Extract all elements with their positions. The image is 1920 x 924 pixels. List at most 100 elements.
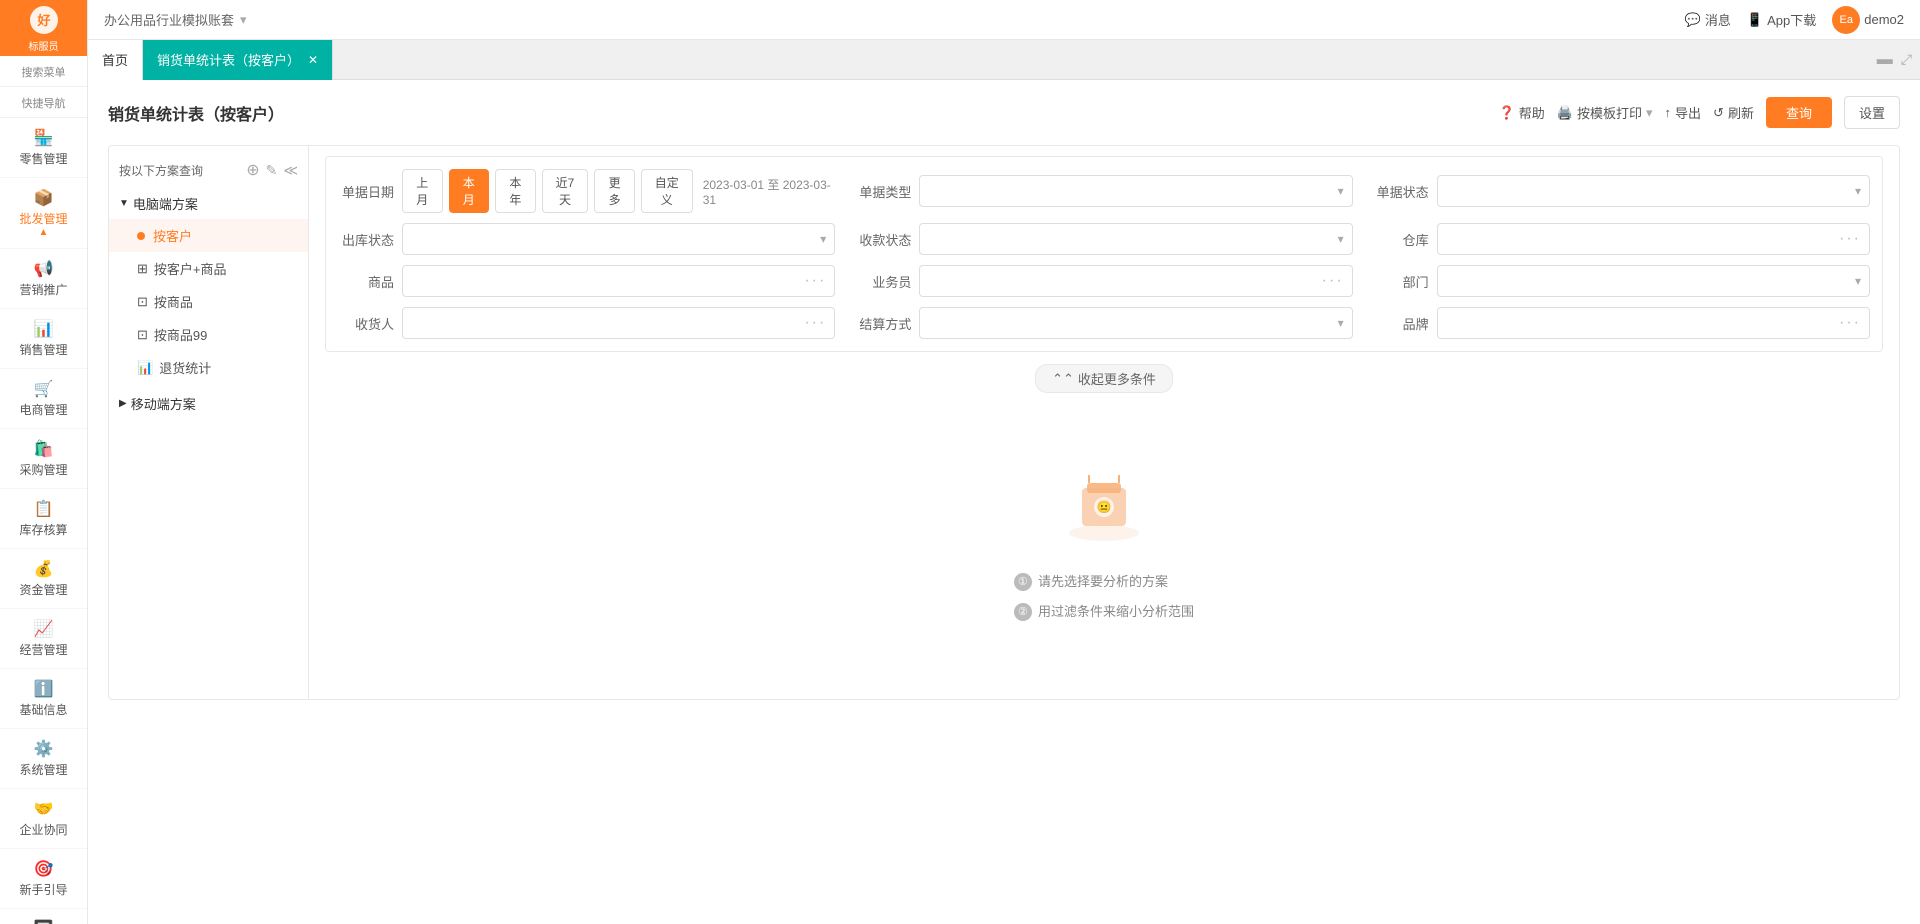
order-status-control[interactable]: ▾: [1437, 175, 1870, 207]
warehouse-control[interactable]: ···: [1437, 223, 1870, 255]
scheme-item-by-customer-goods-label: 按客户+商品: [154, 259, 227, 278]
empty-state: 😐 ① 请先选择要分析的方案 ②: [325, 393, 1883, 689]
sidebar-item-purchase[interactable]: 🛍️ 采购管理: [0, 429, 87, 489]
scheme-item-by-goods-99[interactable]: ⊡ 按商品99: [109, 318, 308, 351]
brand-control[interactable]: ···: [1437, 307, 1870, 339]
out-status-control[interactable]: ▾: [402, 223, 835, 255]
receipt-status-control[interactable]: ▾: [919, 223, 1352, 255]
scheme-item-return-stats[interactable]: 📊 退货统计: [109, 351, 308, 384]
scheme-item-by-goods[interactable]: ⊡ 按商品: [109, 285, 308, 318]
query-button[interactable]: 查询: [1766, 97, 1832, 128]
order-type-label: 单据类型: [855, 182, 911, 201]
finance-icon: 💰: [0, 559, 87, 579]
tip-text-2: 用过滤条件来缩小分析范围: [1038, 599, 1194, 625]
sidebar-item-collab[interactable]: 🤝 企业协同: [0, 789, 87, 849]
sidebar-item-newbie[interactable]: 🎯 新手引导: [0, 849, 87, 909]
order-type-control[interactable]: ▾: [919, 175, 1352, 207]
date-btn-last-month[interactable]: 上月: [402, 169, 443, 213]
minimize-icon[interactable]: ▬: [1877, 51, 1893, 69]
department-control[interactable]: ▾: [1437, 265, 1870, 297]
sidebar-item-app-center[interactable]: 🔲 应用中心: [0, 909, 87, 924]
sidebar-item-operations[interactable]: 📈 经营管理: [0, 609, 87, 669]
help-btn[interactable]: ❓ 帮助: [1499, 103, 1545, 122]
collab-icon: 🤝: [0, 799, 87, 819]
goods-control[interactable]: ···: [402, 265, 835, 297]
app-download-btn[interactable]: 📱 App下载: [1747, 10, 1816, 29]
settlement-control[interactable]: ▾: [919, 307, 1352, 339]
sidebar-item-inventory[interactable]: 📋 库存核算: [0, 489, 87, 549]
sidebar-item-label: 企业协同: [0, 821, 87, 838]
add-scheme-icon[interactable]: ⊕: [246, 160, 259, 180]
quick-nav-item[interactable]: 快捷导航: [0, 87, 87, 118]
wholesale-icon: 📦: [0, 188, 87, 208]
refresh-btn[interactable]: ↺ 刷新: [1713, 103, 1754, 122]
content-inner: 销货单统计表（按客户） ❓ 帮助 🖨️ 按模板打印 ▾ ↑ 导出: [88, 80, 1920, 716]
date-btn-custom[interactable]: 自定义: [641, 169, 693, 213]
maximize-icon[interactable]: ⤢: [1901, 51, 1912, 68]
order-status-label: 单据状态: [1373, 182, 1429, 201]
sidebar-item-retail[interactable]: 🏪 零售管理: [0, 118, 87, 178]
scheme-item-by-goods-99-label: 按商品99: [154, 325, 207, 344]
brand-dots-icon: ···: [1839, 314, 1861, 332]
scheme-item-by-customer-goods[interactable]: ⊞ 按客户+商品: [109, 252, 308, 285]
sidebar-item-system[interactable]: ⚙️ 系统管理: [0, 729, 87, 789]
message-label: 消息: [1705, 10, 1731, 29]
scheme-group-mobile-header[interactable]: ▶ 移动端方案: [109, 388, 308, 419]
export-btn[interactable]: ↑ 导出: [1665, 103, 1702, 122]
tab-close-icon[interactable]: ✕: [308, 53, 318, 67]
collapse-panel-icon[interactable]: ≪: [283, 162, 298, 179]
scheme-group-pc-header[interactable]: ▼ 电脑端方案: [109, 188, 308, 219]
tab-bar: 首页 销货单统计表（按客户） ✕ ▬ ⤢: [88, 40, 1920, 80]
purchase-icon: 🛍️: [0, 439, 87, 459]
receiver-dots-icon: ···: [804, 314, 826, 332]
app-name: 办公用品行业模拟账套: [104, 10, 234, 29]
date-btn-more[interactable]: 更多: [594, 169, 635, 213]
tip-text-1: 请先选择要分析的方案: [1038, 569, 1168, 595]
print-label: 按模板打印: [1577, 103, 1642, 122]
salesperson-dots-icon: ···: [1322, 272, 1344, 290]
sales-icon: 📊: [0, 319, 87, 339]
sidebar-item-sales[interactable]: 📊 销售管理: [0, 309, 87, 369]
left-panel: 按以下方案查询 ⊕ ✎ ≪ ▼ 电脑端方案: [109, 146, 309, 699]
date-btn-7days[interactable]: 近7天: [542, 169, 589, 213]
scheme-item-by-customer[interactable]: 按客户: [109, 219, 308, 252]
collapse-button[interactable]: ⌃⌃ 收起更多条件: [1035, 364, 1173, 393]
date-filter-label: 单据日期: [338, 182, 394, 201]
tab-home[interactable]: 首页: [88, 40, 143, 80]
main-layout: 办公用品行业模拟账套 ▾ 💬 消息 📱 App下载 Ea demo2 首页: [88, 0, 1920, 924]
user-info-btn[interactable]: Ea demo2: [1832, 6, 1904, 34]
order-type-dropdown-icon: ▾: [1338, 184, 1344, 198]
sidebar-item-label: 零售管理: [0, 150, 87, 167]
sidebar-item-basic-info[interactable]: ℹ️ 基础信息: [0, 669, 87, 729]
message-btn[interactable]: 💬 消息: [1685, 10, 1731, 29]
sidebar-item-ecommerce[interactable]: 🛒 电商管理: [0, 369, 87, 429]
date-btn-this-month[interactable]: 本月: [449, 169, 490, 213]
help-icon: ❓: [1499, 105, 1515, 121]
order-status-dropdown-icon: ▾: [1855, 184, 1861, 198]
collapse-label: 收起更多条件: [1078, 369, 1156, 388]
tab-sales-stats[interactable]: 销货单统计表（按客户） ✕: [143, 40, 333, 80]
sidebar-item-wholesale[interactable]: 📦 批发管理 ▲: [0, 178, 87, 249]
empty-icon: 😐: [1054, 453, 1154, 553]
tip-num-2: ②: [1014, 603, 1032, 621]
search-menu-item[interactable]: 搜索菜单: [0, 56, 87, 87]
sidebar-item-label: 采购管理: [0, 461, 87, 478]
salesperson-control[interactable]: ···: [919, 265, 1352, 297]
svg-text:好: 好: [36, 13, 50, 28]
scheme-group-mobile-label: 移动端方案: [131, 394, 196, 413]
edit-scheme-icon[interactable]: ✎: [266, 162, 278, 179]
receipt-status-dropdown-icon: ▾: [1338, 232, 1344, 246]
refresh-label: 刷新: [1728, 103, 1754, 122]
filter-order-type-item: 单据类型 ▾: [855, 175, 1352, 207]
receiver-control[interactable]: ···: [402, 307, 835, 339]
date-btn-this-year[interactable]: 本年: [495, 169, 536, 213]
filter-date-item: 单据日期 上月 本月 本年 近7天 更多 自定义 2023-03-01 至 20…: [338, 169, 835, 213]
sidebar-item-marketing[interactable]: 📢 营销推广: [0, 249, 87, 309]
dropdown-arrow-icon[interactable]: ▾: [240, 12, 247, 28]
print-btn[interactable]: 🖨️ 按模板打印 ▾: [1557, 103, 1653, 122]
settings-button[interactable]: 设置: [1844, 96, 1900, 129]
goods-dots-icon: ···: [804, 272, 826, 290]
sidebar-item-finance[interactable]: 💰 资金管理: [0, 549, 87, 609]
date-range-text: 2023-03-01 至 2023-03-31: [703, 176, 836, 207]
print-dropdown-icon: ▾: [1646, 105, 1653, 121]
